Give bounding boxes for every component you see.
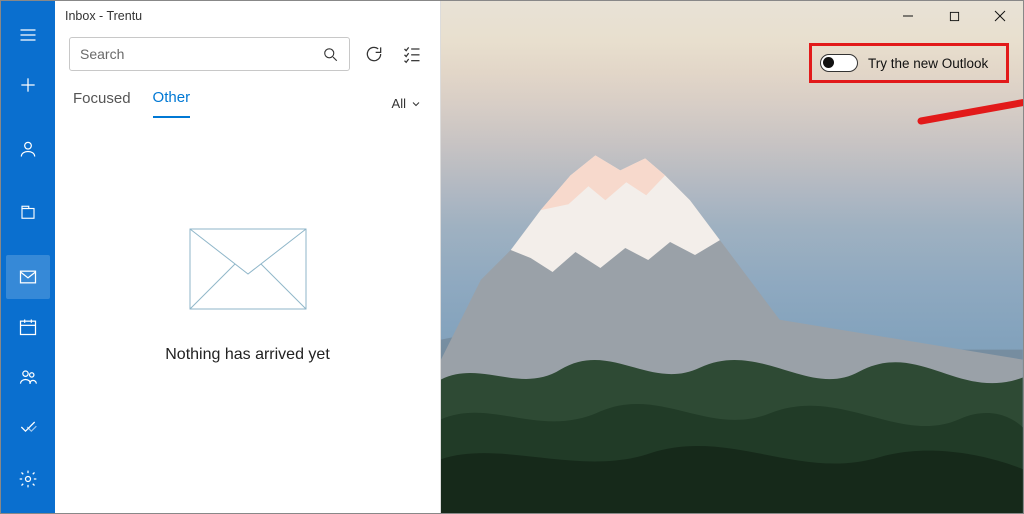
tab-other[interactable]: Other	[153, 89, 191, 118]
refresh-button[interactable]	[360, 40, 388, 68]
chevron-down-icon	[410, 98, 422, 110]
todo-icon	[18, 417, 38, 437]
search-placeholder: Search	[80, 46, 321, 62]
window-title: Inbox - Trentu	[55, 1, 440, 31]
account-button[interactable]	[6, 127, 50, 171]
people-icon	[18, 367, 38, 387]
search-input[interactable]: Search	[69, 37, 350, 71]
window-controls	[885, 1, 1023, 31]
toggle-knob	[823, 57, 834, 68]
gear-icon	[18, 469, 38, 489]
empty-message: Nothing has arrived yet	[165, 346, 330, 364]
filter-dropdown[interactable]: All	[392, 96, 422, 111]
maximize-button[interactable]	[931, 1, 977, 31]
plus-icon	[18, 75, 38, 95]
hamburger-menu-button[interactable]	[6, 13, 50, 57]
try-new-outlook-callout: Try the new Outlook	[809, 43, 1009, 83]
empty-state: Nothing has arrived yet	[55, 118, 440, 513]
try-new-outlook-label: Try the new Outlook	[868, 56, 988, 71]
settings-button[interactable]	[6, 457, 50, 501]
refresh-icon	[364, 44, 384, 64]
message-list-pane: Inbox - Trentu Search Focused Other All	[55, 1, 441, 513]
people-button[interactable]	[6, 355, 50, 399]
close-button[interactable]	[977, 1, 1023, 31]
folder-icon	[19, 204, 37, 222]
maximize-icon	[949, 11, 960, 22]
search-icon	[321, 45, 339, 63]
person-icon	[18, 139, 38, 159]
minimize-button[interactable]	[885, 1, 931, 31]
filter-label: All	[392, 96, 406, 111]
envelope-illustration	[189, 228, 307, 310]
calendar-icon	[18, 317, 38, 337]
mail-button[interactable]	[6, 255, 50, 299]
checklist-icon	[402, 44, 422, 64]
close-icon	[994, 10, 1006, 22]
compose-button[interactable]	[6, 63, 50, 107]
reading-pane: Try the new Outlook	[441, 1, 1023, 513]
folder-button[interactable]	[6, 191, 50, 235]
try-new-outlook-toggle[interactable]	[820, 54, 858, 72]
hamburger-icon	[18, 25, 38, 45]
tab-focused[interactable]: Focused	[73, 90, 131, 117]
calendar-button[interactable]	[6, 305, 50, 349]
select-mode-button[interactable]	[398, 40, 426, 68]
todo-button[interactable]	[6, 405, 50, 449]
minimize-icon	[902, 10, 914, 22]
nav-sidebar	[1, 1, 55, 513]
mail-icon	[18, 267, 38, 287]
